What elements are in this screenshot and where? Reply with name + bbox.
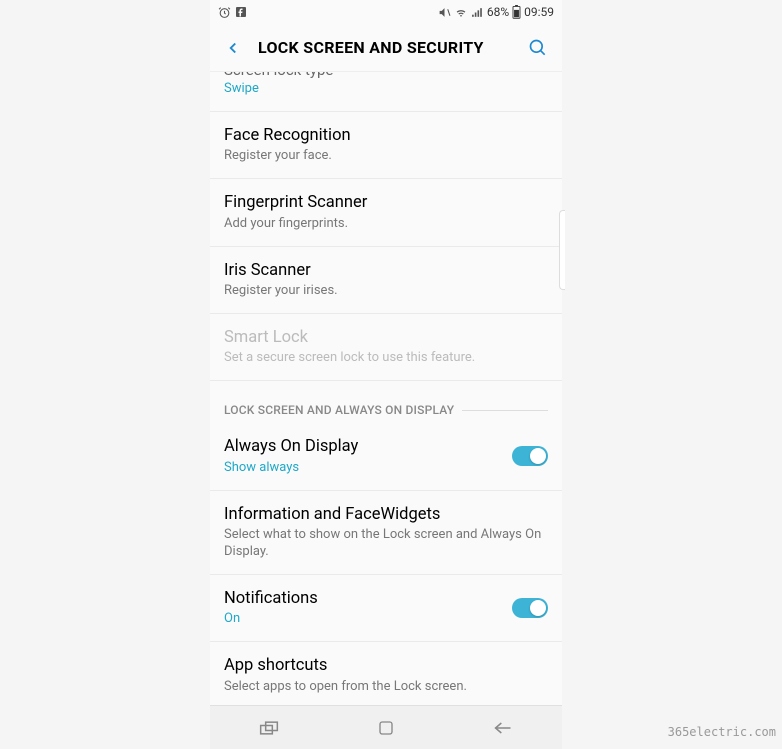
scroll-hint (559, 210, 562, 290)
item-title: Information and FaceWidgets (224, 504, 548, 525)
item-subtitle: On (224, 611, 512, 628)
item-always-on-display[interactable]: Always On Display Show always (210, 423, 562, 490)
mute-icon (438, 6, 451, 19)
watermark: 365electric.com (668, 725, 776, 739)
battery-percent: 68% (487, 5, 509, 19)
toggle-notifications[interactable] (512, 598, 548, 618)
facebook-icon (235, 6, 247, 18)
item-title: App shortcuts (224, 655, 548, 676)
signal-icon (471, 6, 484, 19)
item-subtitle: Register your face. (224, 148, 548, 165)
item-face-widgets[interactable]: Information and FaceWidgets Select what … (210, 491, 562, 575)
phone-frame: 68% 09:59 LOCK SCREEN AND SECURITY Scree… (210, 0, 562, 749)
recents-button[interactable] (239, 712, 299, 744)
section-header: LOCK SCREEN AND ALWAYS ON DISPLAY (210, 381, 562, 423)
item-notifications[interactable]: Notifications On (210, 575, 562, 642)
search-button[interactable] (524, 34, 552, 62)
item-subtitle: Select apps to open from the Lock screen… (224, 679, 548, 696)
settings-list[interactable]: Screen lock type Swipe Face Recognition … (210, 72, 562, 705)
status-bar: 68% 09:59 (210, 0, 562, 24)
item-title: Screen lock type (224, 72, 548, 79)
toggle-always-on-display[interactable] (512, 446, 548, 466)
item-title: Always On Display (224, 436, 512, 457)
item-title: Iris Scanner (224, 260, 548, 281)
clock-time: 09:59 (524, 5, 554, 19)
item-subtitle: Set a secure screen lock to use this fea… (224, 350, 548, 367)
item-title: Smart Lock (224, 327, 548, 348)
item-screen-lock-type[interactable]: Screen lock type Swipe (210, 72, 562, 112)
navigation-bar (210, 705, 562, 749)
item-iris-scanner[interactable]: Iris Scanner Register your irises. (210, 247, 562, 314)
home-button[interactable] (357, 711, 415, 745)
page-title: LOCK SCREEN AND SECURITY (258, 38, 512, 57)
item-title: Notifications (224, 588, 512, 609)
item-title: Fingerprint Scanner (224, 192, 548, 213)
item-subtitle: Show always (224, 460, 512, 477)
alarm-icon (218, 6, 231, 19)
app-header: LOCK SCREEN AND SECURITY (210, 24, 562, 72)
item-app-shortcuts[interactable]: App shortcuts Select apps to open from t… (210, 642, 562, 705)
back-nav-button[interactable] (473, 712, 533, 744)
item-subtitle: Select what to show on the Lock screen a… (224, 527, 548, 561)
item-subtitle: Swipe (224, 81, 548, 98)
item-subtitle: Register your irises. (224, 283, 548, 300)
item-smart-lock: Smart Lock Set a secure screen lock to u… (210, 314, 562, 381)
item-title: Face Recognition (224, 125, 548, 146)
battery-icon (512, 5, 521, 19)
back-button[interactable] (220, 35, 246, 61)
wifi-icon (454, 6, 468, 19)
item-fingerprint-scanner[interactable]: Fingerprint Scanner Add your fingerprint… (210, 179, 562, 246)
item-face-recognition[interactable]: Face Recognition Register your face. (210, 112, 562, 179)
item-subtitle: Add your fingerprints. (224, 216, 548, 233)
